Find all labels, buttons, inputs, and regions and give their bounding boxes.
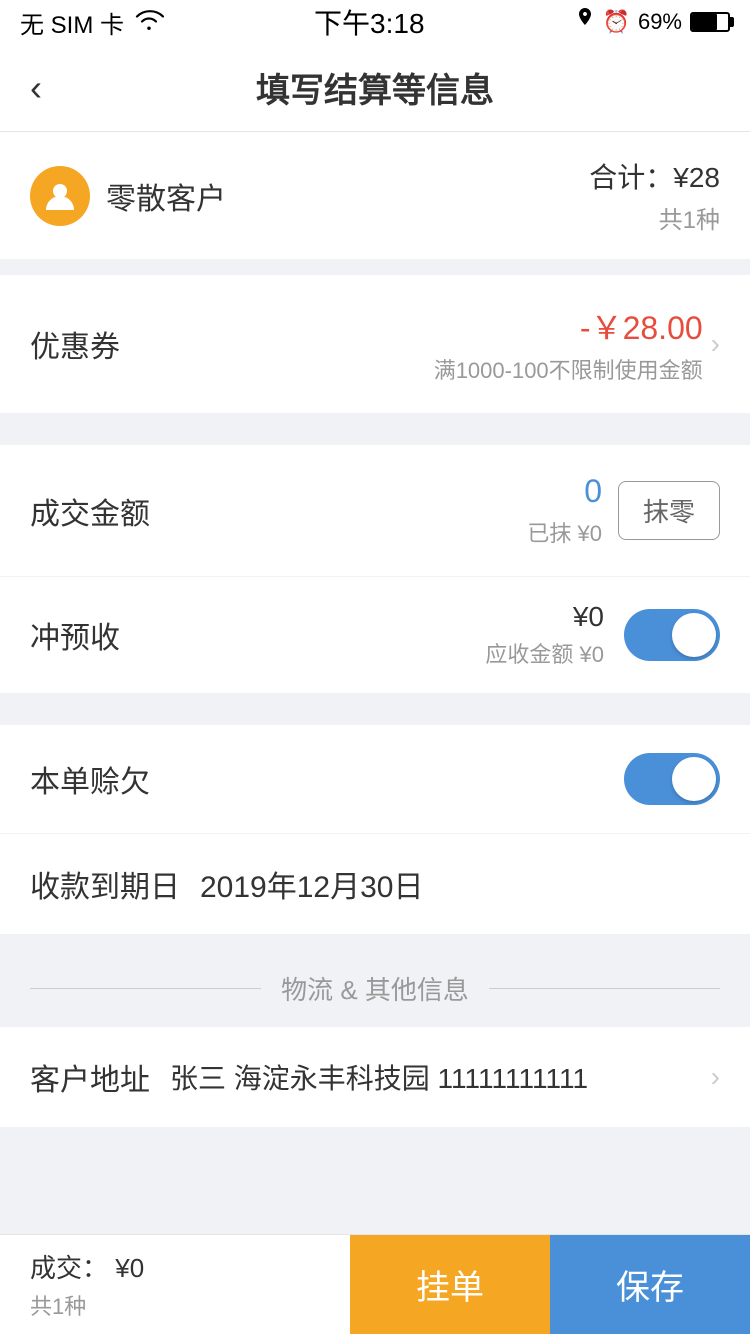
transaction-row: 成交金额 0 已抹 ¥0 抹零 — [0, 445, 750, 577]
bottom-count: 共1种 — [30, 1289, 320, 1321]
toggle-knob — [672, 613, 716, 657]
avatar — [30, 166, 90, 226]
divider-line-left — [30, 988, 261, 989]
transaction-label: 成交金额 — [30, 489, 150, 533]
due-date-row: 收款到期日 2019年12月30日 — [0, 833, 750, 934]
location-icon — [575, 8, 595, 36]
battery-percent: 69% — [638, 9, 682, 35]
content: 零散客户 合计：¥28 共1种 优惠券 -￥28.00 满1000-100不限制… — [0, 132, 750, 1247]
battery-icon — [690, 12, 730, 32]
pre-receive-label: 冲预收 — [30, 613, 120, 657]
status-bar: 无 SIM 卡 下午3:18 ⏰ 69% — [0, 0, 750, 44]
pre-receive-row: 冲预收 ¥0 应收金额 ¥0 — [0, 577, 750, 693]
back-button[interactable]: ‹ — [30, 67, 42, 109]
debt-toggle-knob — [672, 757, 716, 801]
divider-line-right — [489, 988, 720, 989]
nav-title: 填写结算等信息 — [256, 63, 494, 112]
debt-label: 本单赊欠 — [30, 757, 150, 801]
transaction-amount-container: 0 已抹 ¥0 — [527, 473, 602, 548]
carrier-text: 无 SIM 卡 — [20, 5, 124, 40]
transaction-amount-sub: 已抹 ¥0 — [527, 516, 602, 548]
coupon-desc: 满1000-100不限制使用金额 — [434, 353, 703, 385]
coupon-right: -￥28.00 满1000-100不限制使用金额 › — [434, 303, 720, 385]
status-left: 无 SIM 卡 — [20, 5, 164, 40]
debt-section: 本单赊欠 收款到期日 2019年12月30日 — [0, 725, 750, 934]
debt-row: 本单赊欠 — [0, 725, 750, 833]
alarm-icon: ⏰ — [603, 9, 630, 35]
transaction-right: 0 已抹 ¥0 抹零 — [527, 473, 720, 548]
bottom-deal-amount: ¥0 — [115, 1253, 144, 1283]
pre-receive-right: ¥0 应收金额 ¥0 — [485, 601, 720, 669]
due-date-value: 2019年12月30日 — [200, 862, 423, 906]
status-time: 下午3:18 — [314, 2, 425, 42]
due-date-label: 收款到期日 — [30, 862, 180, 906]
total-amount: 合计：¥28 — [589, 156, 720, 196]
address-chevron-icon: › — [711, 1061, 720, 1093]
section-divider-2 — [0, 709, 750, 725]
round-zero-button[interactable]: 抹零 — [618, 481, 720, 540]
pre-receive-value: ¥0 应收金额 ¥0 — [485, 601, 604, 669]
debt-toggle[interactable] — [624, 753, 720, 805]
address-row[interactable]: 客户地址 张三 海淀永丰科技园 11111111111 › — [0, 1027, 750, 1127]
bottom-summary: 成交： ¥0 共1种 — [0, 1248, 350, 1321]
transaction-amount-value[interactable]: 0 — [527, 473, 602, 510]
address-value: 张三 海淀永丰科技园 11111111111 — [170, 1057, 711, 1097]
wifi-icon — [134, 8, 164, 37]
customer-right: 合计：¥28 共1种 — [589, 156, 720, 235]
total-count: 共1种 — [589, 200, 720, 235]
section-divider-1 — [0, 429, 750, 445]
logistics-text: 物流 & 其他信息 — [281, 970, 469, 1007]
bottom-deal: 成交： ¥0 — [30, 1248, 320, 1285]
coupon-amount: -￥28.00 — [434, 303, 703, 349]
bottom-bar: 成交： ¥0 共1种 挂单 保存 — [0, 1234, 750, 1334]
address-label: 客户地址 — [30, 1055, 150, 1099]
coupon-row[interactable]: 优惠券 -￥28.00 满1000-100不限制使用金额 › — [0, 275, 750, 413]
nav-bar: ‹ 填写结算等信息 — [0, 44, 750, 132]
transaction-section: 成交金额 0 已抹 ¥0 抹零 冲预收 ¥0 应收金额 ¥0 — [0, 445, 750, 693]
coupon-label: 优惠券 — [30, 322, 120, 366]
customer-row: 零散客户 合计：¥28 共1种 — [0, 132, 750, 259]
hang-button[interactable]: 挂单 — [350, 1235, 550, 1334]
logistics-divider: 物流 & 其他信息 — [0, 950, 750, 1027]
pre-receive-sub: 应收金额 ¥0 — [485, 637, 604, 669]
status-right: ⏰ 69% — [575, 8, 730, 36]
customer-name: 零散客户 — [106, 174, 226, 218]
pre-receive-toggle[interactable] — [624, 609, 720, 661]
pre-receive-amount: ¥0 — [485, 601, 604, 633]
save-button[interactable]: 保存 — [550, 1235, 750, 1334]
coupon-value: -￥28.00 满1000-100不限制使用金额 — [434, 303, 703, 385]
customer-left: 零散客户 — [30, 166, 226, 226]
coupon-chevron-icon: › — [711, 328, 720, 360]
bottom-deal-label: 成交： — [30, 1253, 108, 1283]
